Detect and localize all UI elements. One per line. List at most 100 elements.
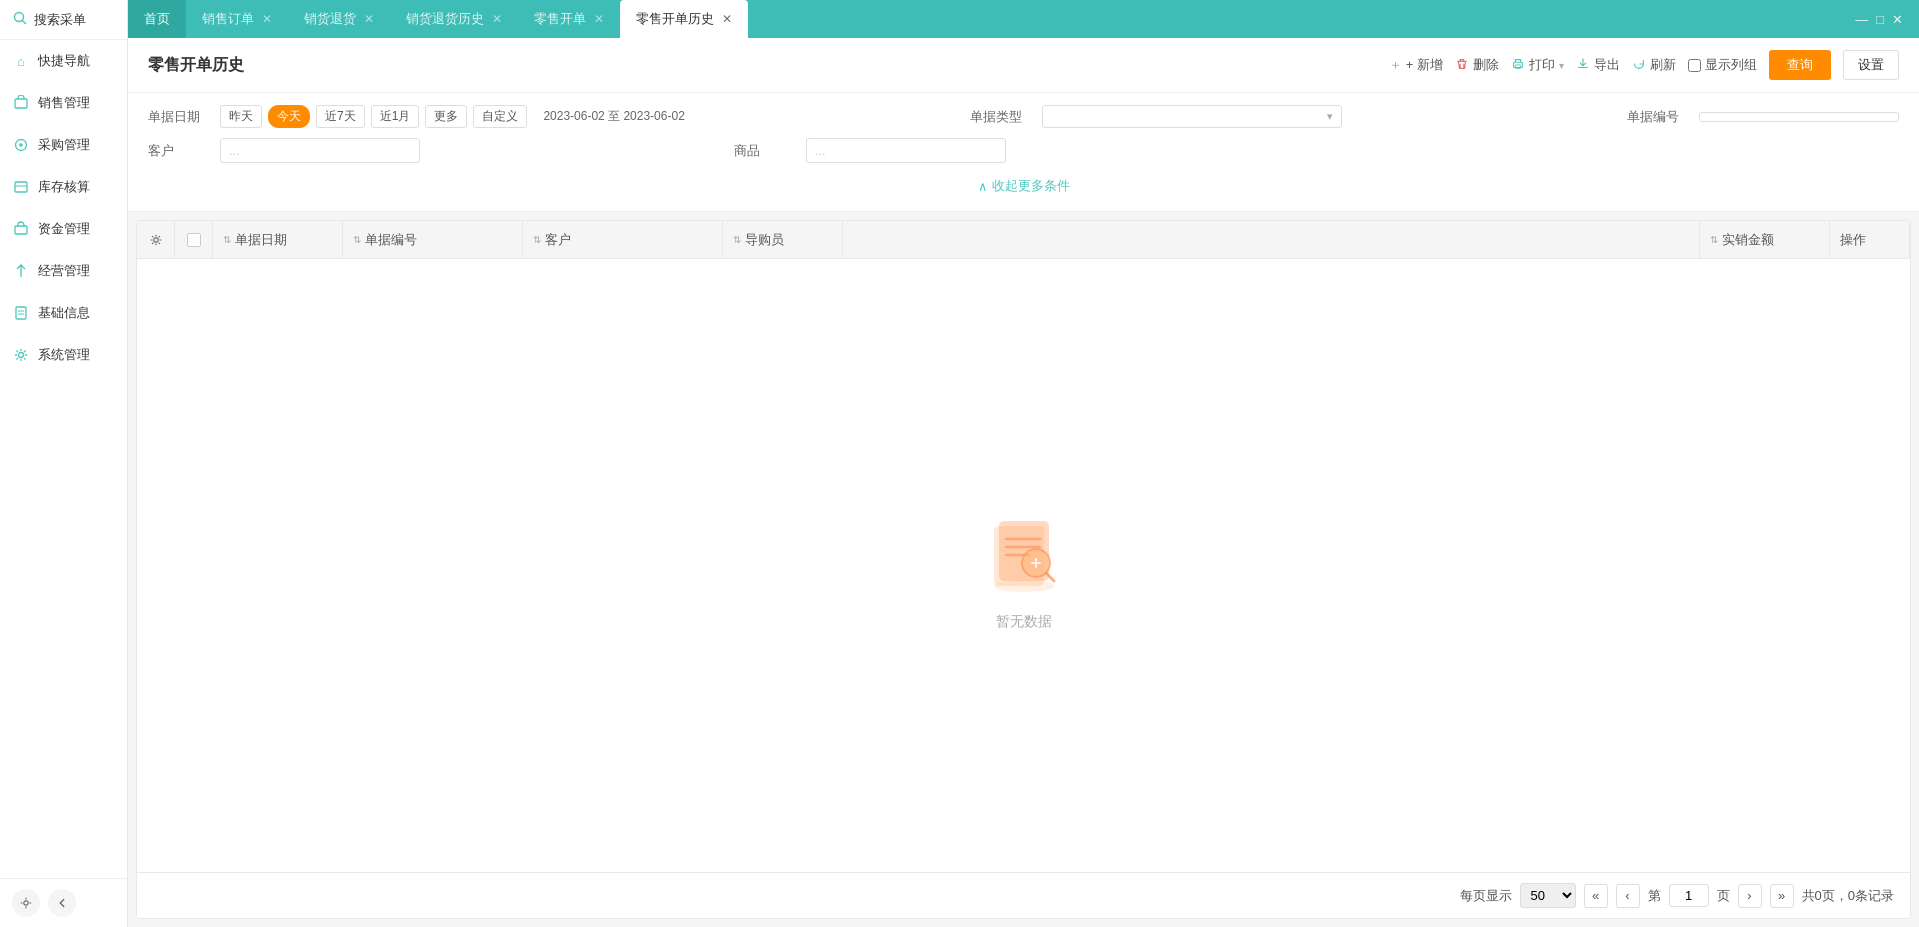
main-area: 首页 销售订单 ✕ 销货退货 ✕ 销货退货历史 ✕ 零售开单 ✕ 零售开单历史 …: [128, 0, 1919, 927]
export-button[interactable]: 导出: [1576, 56, 1620, 74]
purchase-icon: [12, 136, 30, 154]
delete-icon: [1455, 57, 1469, 74]
tab-sales-return-label: 销货退货: [304, 10, 356, 28]
page-suffix: 页: [1717, 887, 1730, 905]
refresh-icon: [1632, 57, 1646, 74]
page-header: 零售开单历史 ＋ + 新增 删除 打印 ▾: [128, 38, 1919, 93]
sort-icon: ⇅: [733, 234, 741, 245]
th-guide[interactable]: ⇅ 导购员: [723, 221, 843, 259]
th-empty: [843, 221, 1700, 259]
sort-icon: ⇅: [1710, 234, 1718, 245]
filter-row-1: 单据日期 昨天 今天 近7天 近1月 更多 自定义 2023-06-02 至 2…: [148, 105, 1899, 128]
tab-home[interactable]: 首页: [128, 0, 186, 38]
date-btn-more[interactable]: 更多: [425, 105, 467, 128]
doc-number-input[interactable]: [1699, 112, 1899, 122]
close-window-button[interactable]: ✕: [1892, 12, 1903, 27]
minimize-button[interactable]: —: [1855, 12, 1868, 27]
th-settings[interactable]: [137, 221, 175, 259]
tab-sales-return-history[interactable]: 销货退货历史 ✕: [390, 0, 518, 38]
tab-sales-order[interactable]: 销售订单 ✕: [186, 0, 288, 38]
date-btn-1month[interactable]: 近1月: [371, 105, 420, 128]
select-all-checkbox[interactable]: [187, 233, 201, 247]
date-btn-today[interactable]: 今天: [268, 105, 310, 128]
tab-sales-return-close[interactable]: ✕: [364, 12, 374, 26]
search-icon: [12, 10, 28, 29]
finance-icon: [12, 220, 30, 238]
tab-sales-order-close[interactable]: ✕: [262, 12, 272, 26]
product-input[interactable]: ...: [806, 138, 1006, 163]
sidebar-item-purchase-mgmt[interactable]: 采购管理: [0, 124, 127, 166]
chevron-down-icon: ▾: [1327, 110, 1333, 123]
sidebar-item-operations[interactable]: 经营管理: [0, 250, 127, 292]
tab-retail-history[interactable]: 零售开单历史 ✕: [620, 0, 748, 38]
collapse-filter-button[interactable]: ∧ 收起更多条件: [148, 173, 1899, 199]
th-date[interactable]: ⇅ 单据日期: [213, 221, 343, 259]
th-amount[interactable]: ⇅ 实销金额: [1700, 221, 1830, 259]
sidebar-item-sales-mgmt[interactable]: 销售管理: [0, 82, 127, 124]
svg-line-1: [23, 21, 27, 25]
next-page-button[interactable]: ›: [1738, 884, 1762, 908]
tab-retail-open[interactable]: 零售开单 ✕: [518, 0, 620, 38]
svg-point-0: [15, 13, 24, 22]
sort-icon: ⇅: [353, 234, 361, 245]
print-button[interactable]: 打印 ▾: [1511, 56, 1564, 74]
last-page-button[interactable]: »: [1770, 884, 1794, 908]
query-button[interactable]: 查询: [1769, 50, 1831, 80]
tab-sales-return[interactable]: 销货退货 ✕: [288, 0, 390, 38]
th-number[interactable]: ⇅ 单据编号: [343, 221, 523, 259]
display-cols-button[interactable]: 显示列组: [1688, 56, 1757, 74]
sidebar-item-system[interactable]: 系统管理: [0, 334, 127, 376]
table-header: ⇅ 单据日期 ⇅ 单据编号 ⇅ 客户 ⇅ 导购员 ⇅ 实销: [137, 221, 1910, 259]
date-range-display: 2023-06-02 至 2023-06-02: [543, 108, 684, 125]
sidebar: 搜索采单 ⌂ 快捷导航 销售管理 采购管理 库存核算: [0, 0, 128, 927]
customer-input[interactable]: ...: [220, 138, 420, 163]
first-page-button[interactable]: «: [1584, 884, 1608, 908]
date-btn-7days[interactable]: 近7天: [316, 105, 365, 128]
svg-rect-4: [15, 182, 27, 192]
delete-button[interactable]: 删除: [1455, 56, 1499, 74]
sidebar-search[interactable]: 搜索采单: [0, 0, 127, 40]
sidebar-item-quick-nav[interactable]: ⌂ 快捷导航: [0, 40, 127, 82]
date-btn-yesterday[interactable]: 昨天: [220, 105, 262, 128]
per-page-select[interactable]: 50 100 200: [1520, 883, 1576, 908]
toolbar: ＋ + 新增 删除 打印 ▾: [1389, 50, 1899, 80]
sidebar-item-label: 快捷导航: [38, 52, 90, 70]
add-button[interactable]: ＋ + 新增: [1389, 56, 1443, 74]
page-prefix: 第: [1648, 887, 1661, 905]
sidebar-menu: ⌂ 快捷导航 销售管理 采购管理 库存核算 资金管理: [0, 40, 127, 878]
th-customer[interactable]: ⇅ 客户: [523, 221, 723, 259]
sales-icon: [12, 94, 30, 112]
sidebar-item-inventory[interactable]: 库存核算: [0, 166, 127, 208]
tab-retail-history-close[interactable]: ✕: [722, 12, 732, 26]
page-input[interactable]: [1669, 884, 1709, 907]
date-btn-custom[interactable]: 自定义: [473, 105, 527, 128]
doc-type-select[interactable]: ▾: [1042, 105, 1342, 128]
sidebar-footer: [0, 878, 127, 927]
tab-retail-open-label: 零售开单: [534, 10, 586, 28]
sidebar-item-label: 系统管理: [38, 346, 90, 364]
product-label: 商品: [734, 142, 790, 160]
maximize-button[interactable]: □: [1876, 12, 1884, 27]
tab-retail-open-close[interactable]: ✕: [594, 12, 604, 26]
customer-label: 客户: [148, 142, 204, 160]
total-info: 共0页，0条记录: [1802, 887, 1894, 905]
collapse-sidebar-button[interactable]: [48, 889, 76, 917]
tab-sales-return-history-close[interactable]: ✕: [492, 12, 502, 26]
filter-row-2: 客户 ... 商品 ...: [148, 138, 1899, 163]
settings-query-button[interactable]: 设置: [1843, 50, 1899, 80]
tab-sales-return-history-label: 销货退货历史: [406, 10, 484, 28]
operations-icon: [12, 262, 30, 280]
th-checkbox[interactable]: [175, 221, 213, 259]
tab-bar: 首页 销售订单 ✕ 销货退货 ✕ 销货退货历史 ✕ 零售开单 ✕ 零售开单历史 …: [128, 0, 1919, 38]
add-icon: ＋: [1389, 56, 1402, 74]
prev-page-button[interactable]: ‹: [1616, 884, 1640, 908]
sidebar-item-basic-info[interactable]: 基础信息: [0, 292, 127, 334]
doc-type-label: 单据类型: [970, 108, 1026, 126]
sort-icon: ⇅: [533, 234, 541, 245]
date-filter-buttons: 昨天 今天 近7天 近1月 更多 自定义: [220, 105, 527, 128]
display-cols-checkbox[interactable]: [1688, 59, 1701, 72]
per-page-label: 每页显示: [1460, 887, 1512, 905]
settings-button[interactable]: [12, 889, 40, 917]
refresh-button[interactable]: 刷新: [1632, 56, 1676, 74]
sidebar-item-finance[interactable]: 资金管理: [0, 208, 127, 250]
